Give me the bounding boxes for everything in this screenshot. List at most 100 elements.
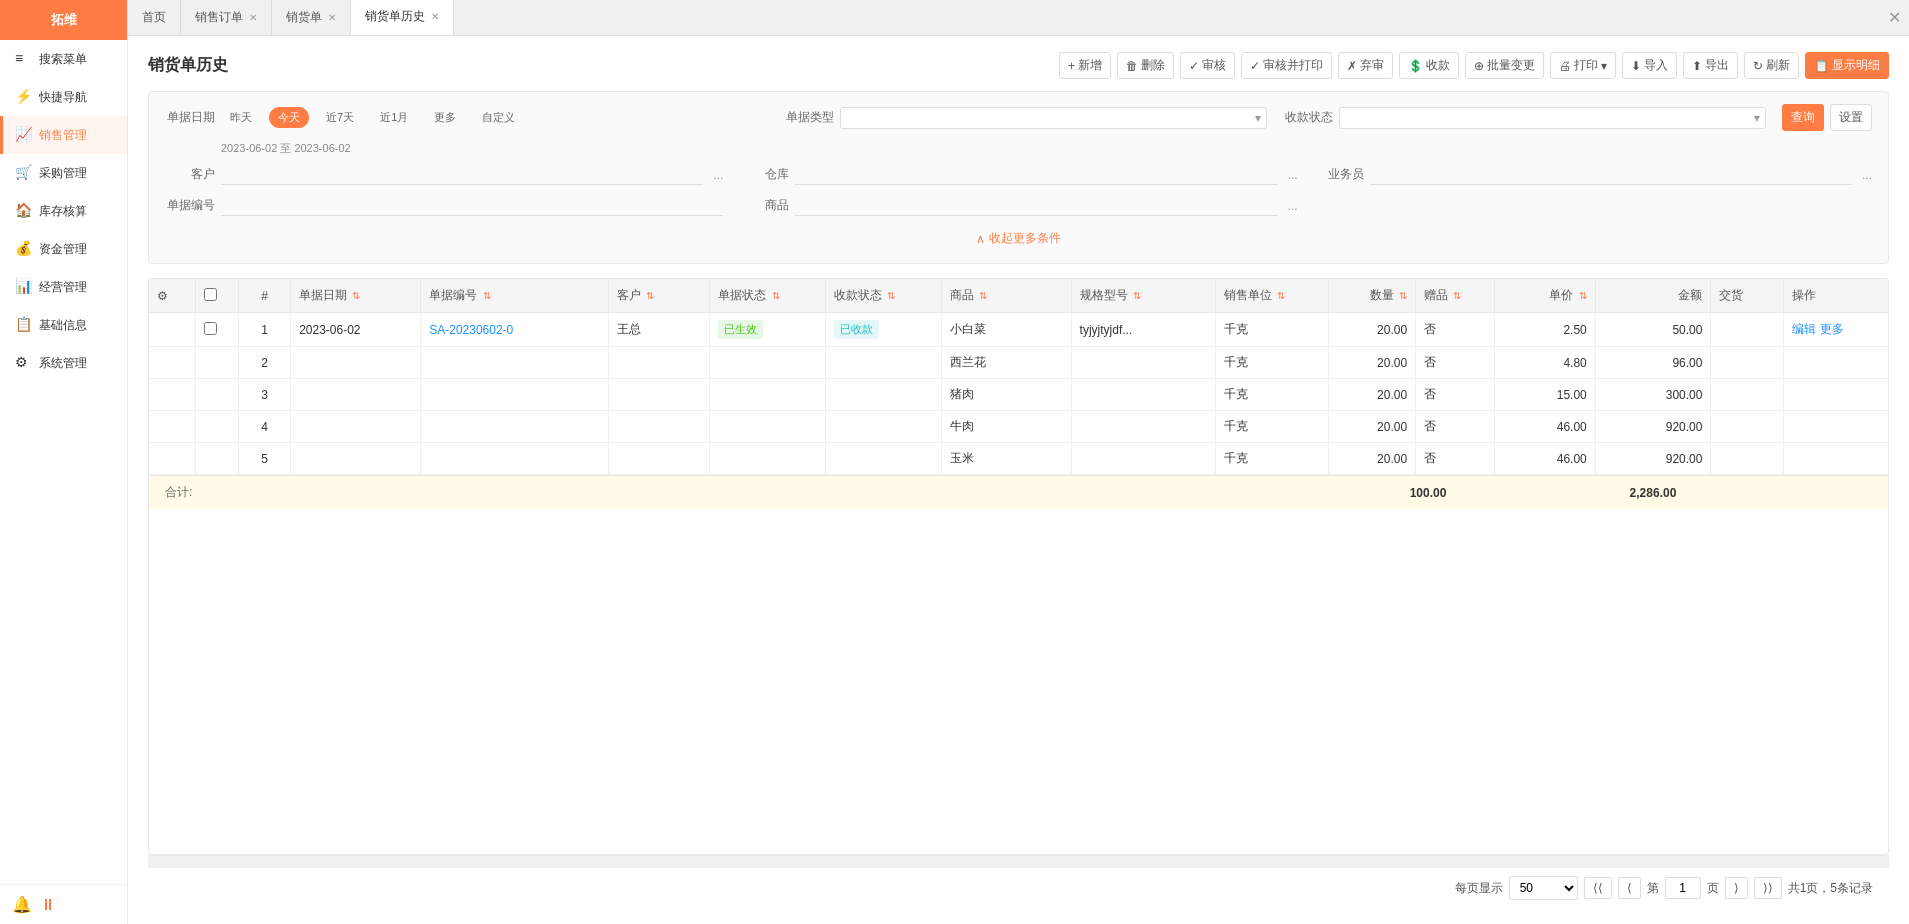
row-checkbox-cell[interactable] xyxy=(195,347,238,379)
sidebar-item-purchase-mgmt[interactable]: 🛒 采购管理 xyxy=(0,154,127,192)
prev-page-button[interactable]: ⟨ xyxy=(1618,877,1641,899)
date-chip-7days[interactable]: 近7天 xyxy=(317,107,363,128)
tab-sales-order[interactable]: 销售订单 ✕ xyxy=(181,0,272,35)
col-gift[interactable]: 赠品 ⇅ xyxy=(1416,279,1495,313)
col-num: # xyxy=(239,279,291,313)
row-spec xyxy=(1071,443,1216,475)
sidebar-item-label: 资金管理 xyxy=(39,241,87,258)
row-checkbox-cell[interactable] xyxy=(195,379,238,411)
pause-icon[interactable]: ⏸ xyxy=(40,896,56,914)
row-qty: 20.00 xyxy=(1329,411,1416,443)
row-pay-status xyxy=(825,379,941,411)
first-page-button[interactable]: ⟨⟨ xyxy=(1584,877,1612,899)
select-all-checkbox[interactable] xyxy=(204,288,217,301)
sidebar-item-quick-nav[interactable]: ⚡ 快捷导航 xyxy=(0,78,127,116)
tab-sales-shipment[interactable]: 销货单 ✕ xyxy=(272,0,351,35)
per-page-select[interactable]: 50 100 xyxy=(1509,876,1578,900)
page-input[interactable] xyxy=(1665,877,1701,899)
row-doc-status: 已生效 xyxy=(710,313,826,347)
more-link[interactable]: 更多 xyxy=(1820,322,1844,336)
row-checkbox-cell[interactable] xyxy=(195,313,238,347)
warehouse-input[interactable] xyxy=(795,164,1277,185)
tab-sales-history[interactable]: 销货单历史 ✕ xyxy=(351,0,454,35)
date-chip-1month[interactable]: 近1月 xyxy=(371,107,417,128)
tab-close-sales-order[interactable]: ✕ xyxy=(249,12,257,23)
row-action xyxy=(1783,379,1888,411)
tab-home[interactable]: 首页 xyxy=(128,0,181,35)
col-doc-status[interactable]: 单据状态 ⇅ xyxy=(710,279,826,313)
pay-status-select-wrap[interactable] xyxy=(1339,107,1766,129)
date-chip-more[interactable]: 更多 xyxy=(425,107,465,128)
row-amount: 300.00 xyxy=(1595,379,1711,411)
row-product: 小白菜 xyxy=(941,313,1071,347)
doc-type-select[interactable] xyxy=(840,107,1267,129)
sidebar-item-search-menu[interactable]: ≡ 搜索菜单 xyxy=(0,40,127,78)
filter-warehouse: 仓库 ... xyxy=(739,164,1297,185)
col-product[interactable]: 商品 ⇅ xyxy=(941,279,1071,313)
row-unit: 千克 xyxy=(1216,379,1329,411)
audit-print-button[interactable]: ✓ 审核并打印 xyxy=(1241,52,1332,79)
tab-close-sales-shipment[interactable]: ✕ xyxy=(328,12,336,23)
date-chip-today[interactable]: 今天 xyxy=(269,107,309,128)
warehouse-dots[interactable]: ... xyxy=(1288,168,1298,182)
col-spec[interactable]: 规格型号 ⇅ xyxy=(1071,279,1216,313)
col-date[interactable]: 单据日期 ⇅ xyxy=(291,279,421,313)
row-checkbox-cell[interactable] xyxy=(195,411,238,443)
export-button[interactable]: ⬆ 导出 xyxy=(1683,52,1738,79)
doc-type-select-wrap[interactable] xyxy=(840,107,1267,129)
new-button[interactable]: + 新增 xyxy=(1059,52,1111,79)
query-button[interactable]: 查询 xyxy=(1782,104,1824,131)
settings-filter-button[interactable]: 设置 xyxy=(1830,104,1872,131)
row-spec xyxy=(1071,379,1216,411)
audit-button[interactable]: ✓ 审核 xyxy=(1180,52,1235,79)
product-input[interactable] xyxy=(795,195,1277,216)
batch-change-button[interactable]: ⊕ 批量变更 xyxy=(1465,52,1544,79)
date-range-text: 2023-06-02 至 2023-06-02 xyxy=(221,142,351,154)
notification-icon[interactable]: 🔔 xyxy=(12,895,32,914)
col-price[interactable]: 单价 ⇅ xyxy=(1494,279,1595,313)
abandon-button[interactable]: ✗ 弃审 xyxy=(1338,52,1393,79)
row-customer xyxy=(609,379,710,411)
sidebar-item-system-mgmt[interactable]: ⚙ 系统管理 xyxy=(0,344,127,382)
staff-input[interactable] xyxy=(1370,164,1852,185)
date-chip-yesterday[interactable]: 昨天 xyxy=(221,107,261,128)
row-checkbox-cell[interactable] xyxy=(195,443,238,475)
date-chip-custom[interactable]: 自定义 xyxy=(473,107,524,128)
row-checkbox[interactable] xyxy=(204,322,217,335)
sidebar-item-inventory[interactable]: 🏠 库存核算 xyxy=(0,192,127,230)
pay-status-select[interactable] xyxy=(1339,107,1766,129)
col-unit[interactable]: 销售单位 ⇅ xyxy=(1216,279,1329,313)
next-page-button[interactable]: ⟩ xyxy=(1725,877,1748,899)
collect-button[interactable]: 💲 收款 xyxy=(1399,52,1459,79)
staff-dots[interactable]: ... xyxy=(1862,168,1872,182)
doc-no-input[interactable] xyxy=(221,195,723,216)
tabs-close-all[interactable]: ✕ xyxy=(1888,8,1909,27)
row-sn[interactable]: SA-20230602-0 xyxy=(421,313,609,347)
show-detail-button[interactable]: 📋 显示明细 xyxy=(1805,52,1889,79)
col-customer[interactable]: 客户 ⇅ xyxy=(609,279,710,313)
tab-close-sales-history[interactable]: ✕ xyxy=(431,11,439,22)
product-dots[interactable]: ... xyxy=(1288,199,1298,213)
sn-link[interactable]: SA-20230602-0 xyxy=(429,323,513,337)
col-settings[interactable]: ⚙ xyxy=(149,279,195,313)
edit-link[interactable]: 编辑 xyxy=(1792,322,1816,336)
refresh-button[interactable]: ↻ 刷新 xyxy=(1744,52,1799,79)
sidebar-item-finance-mgmt[interactable]: 💰 资金管理 xyxy=(0,230,127,268)
col-sn[interactable]: 单据编号 ⇅ xyxy=(421,279,609,313)
sidebar-item-operations-mgmt[interactable]: 📊 经营管理 xyxy=(0,268,127,306)
delete-button[interactable]: 🗑 删除 xyxy=(1117,52,1174,79)
import-button[interactable]: ⬇ 导入 xyxy=(1622,52,1677,79)
customer-dots[interactable]: ... xyxy=(713,168,723,182)
collapse-button[interactable]: ∧ 收起更多条件 xyxy=(972,226,1065,251)
scroll-bar[interactable] xyxy=(148,855,1889,867)
print-button[interactable]: 🖨 打印 ▾ xyxy=(1550,52,1616,79)
pay-status-label: 收款状态 xyxy=(1283,109,1333,126)
customer-input[interactable] xyxy=(221,164,703,185)
last-page-button[interactable]: ⟩⟩ xyxy=(1754,877,1782,899)
col-qty[interactable]: 数量 ⇅ xyxy=(1329,279,1416,313)
sidebar-item-basic-info[interactable]: 📋 基础信息 xyxy=(0,306,127,344)
sidebar-item-sales-mgmt[interactable]: 📈 销售管理 xyxy=(0,116,127,154)
row-settings-cell xyxy=(149,379,195,411)
col-pay-status[interactable]: 收款状态 ⇅ xyxy=(825,279,941,313)
col-checkbox[interactable] xyxy=(195,279,238,313)
